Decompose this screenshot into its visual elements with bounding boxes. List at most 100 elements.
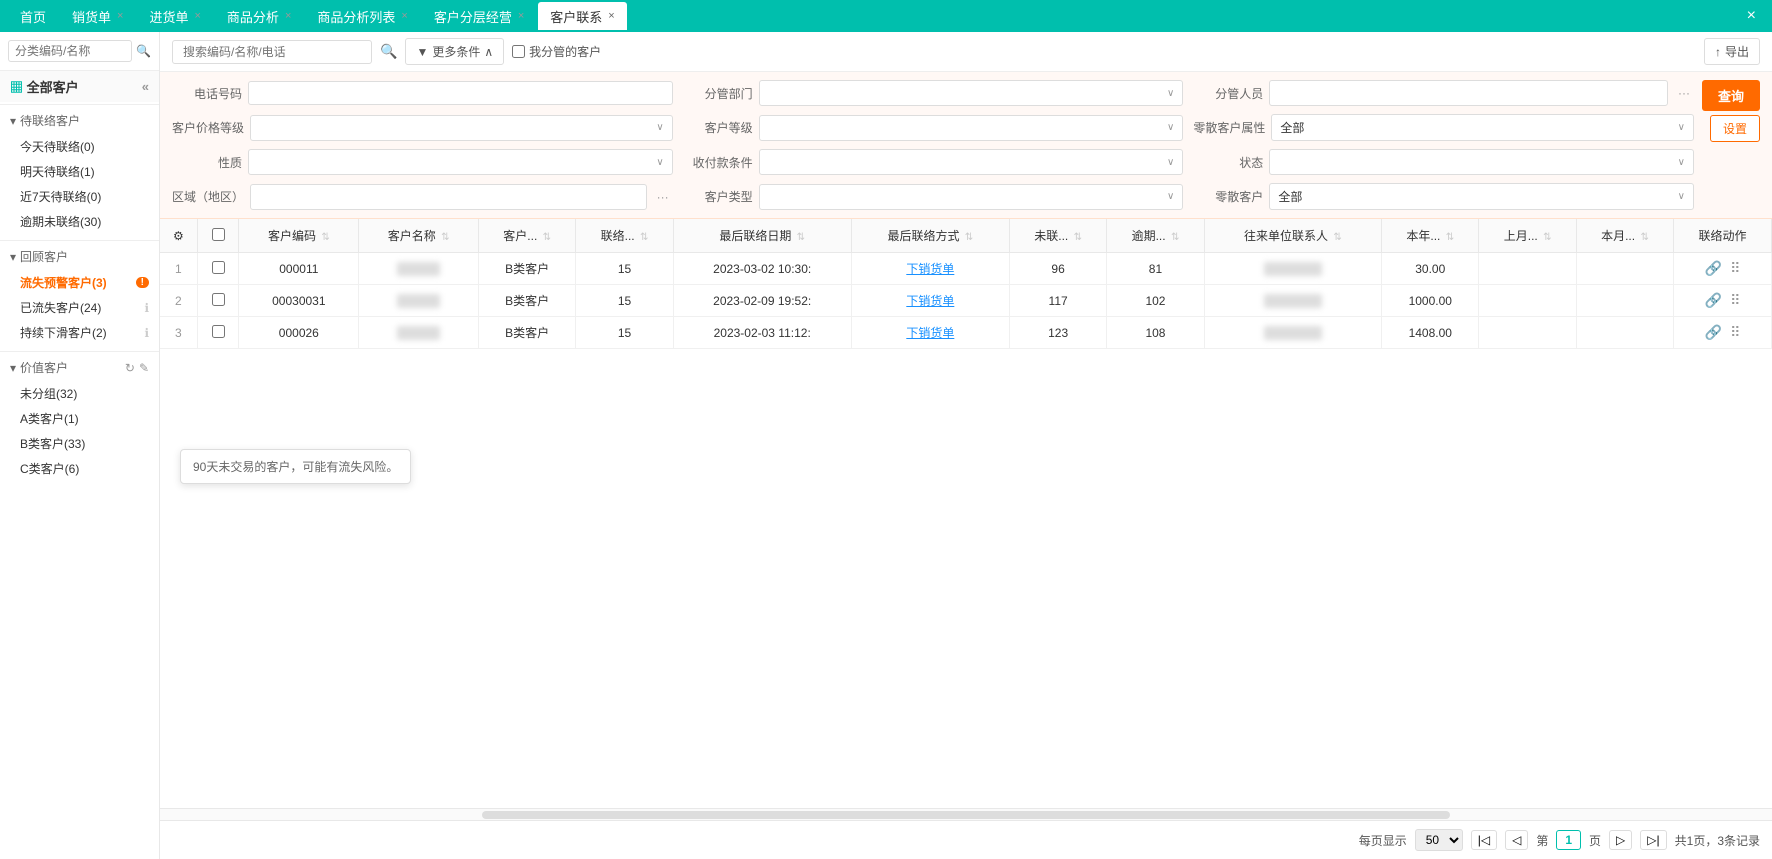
zero-attr-select[interactable]: 全部 ∨	[1271, 114, 1694, 141]
search-button[interactable]: 🔍	[380, 43, 397, 60]
sort-overdue-icon[interactable]: ⇅	[1171, 232, 1179, 243]
row1-action-link-icon[interactable]: 🔗	[1705, 260, 1722, 277]
sort-name-icon[interactable]: ⇅	[441, 232, 449, 243]
tab-customer-tier[interactable]: 客户分层经营 ×	[422, 2, 536, 30]
sort-this-month-icon[interactable]: ⇅	[1640, 232, 1648, 243]
row3-checkbox[interactable]	[212, 325, 225, 338]
scrollbar[interactable]	[160, 808, 1772, 820]
sort-last-method-icon[interactable]: ⇅	[965, 232, 973, 243]
query-button[interactable]: 查询	[1702, 80, 1760, 111]
first-page-button[interactable]: |◁	[1471, 830, 1497, 850]
sidebar-item-churned[interactable]: 已流失客户(24) ℹ	[0, 295, 159, 320]
customer-type-select[interactable]: ∨	[759, 184, 1184, 210]
region-select[interactable]	[250, 184, 647, 210]
col-level[interactable]: 客户... ⇅	[479, 219, 576, 253]
sidebar-item-today[interactable]: 今天待联络(0)	[0, 134, 159, 159]
lost-section-label[interactable]: ▾ 回顾客户	[0, 243, 159, 270]
col-overdue[interactable]: 逾期... ⇅	[1107, 219, 1204, 253]
phone-input[interactable]	[248, 81, 673, 105]
col-this-month[interactable]: 本月... ⇅	[1576, 219, 1673, 253]
pending-section-label[interactable]: ▾ 待联络客户	[0, 107, 159, 134]
my-customers-checkbox[interactable]	[512, 45, 525, 58]
sidebar-item-overdue[interactable]: 逾期未联络(30)	[0, 209, 159, 234]
row1-last-method[interactable]: 下销货单	[851, 253, 1009, 285]
region-more-icon[interactable]: ···	[653, 190, 673, 204]
sort-contact-icon[interactable]: ⇅	[640, 232, 648, 243]
tab-analysis-list[interactable]: 商品分析列表 ×	[305, 2, 419, 30]
row3-action-more-icon[interactable]: ⠿	[1730, 324, 1740, 341]
col-code[interactable]: 客户编码 ⇅	[239, 219, 359, 253]
select-all-checkbox[interactable]	[212, 228, 225, 241]
sort-code-icon[interactable]: ⇅	[321, 232, 329, 243]
tab-sales-close[interactable]: ×	[117, 10, 123, 22]
zero-customer-select[interactable]: 全部 ∨	[1269, 183, 1694, 210]
row2-last-method[interactable]: 下销货单	[851, 285, 1009, 317]
manager-select[interactable]	[1269, 80, 1668, 106]
col-uncontacted[interactable]: 未联... ⇅	[1009, 219, 1106, 253]
sort-last-date-icon[interactable]: ⇅	[797, 232, 805, 243]
prev-page-button[interactable]: ◁	[1505, 830, 1528, 850]
row3-action-link-icon[interactable]: 🔗	[1705, 324, 1722, 341]
col-this-year[interactable]: 本年... ⇅	[1382, 219, 1479, 253]
row2-checkbox[interactable]	[212, 293, 225, 306]
sidebar-item-declining[interactable]: 持续下滑客户(2) ℹ	[0, 320, 159, 345]
value-refresh-icon[interactable]: ↻	[125, 361, 135, 375]
sidebar-search-input[interactable]	[8, 40, 132, 62]
col-last-method[interactable]: 最后联络方式 ⇅	[851, 219, 1009, 253]
col-settings[interactable]: ⚙	[160, 219, 197, 253]
sort-last-month-icon[interactable]: ⇅	[1543, 232, 1551, 243]
payment-select[interactable]: ∨	[759, 149, 1184, 175]
sidebar-item-b-class[interactable]: B类客户(33)	[0, 431, 159, 456]
tab-analysis[interactable]: 商品分析 ×	[215, 2, 303, 30]
status-select[interactable]: ∨	[1269, 149, 1694, 175]
all-customers-header[interactable]: ▦ 全部客户 «	[0, 71, 159, 102]
sidebar-item-tomorrow[interactable]: 明天待联络(1)	[0, 159, 159, 184]
sidebar-item-a-class[interactable]: A类客户(1)	[0, 406, 159, 431]
filter-search-input[interactable]	[172, 40, 372, 64]
pricelevel-select[interactable]: ∨	[250, 115, 673, 141]
tab-analysis-close[interactable]: ×	[285, 10, 291, 22]
col-contact[interactable]: 联络... ⇅	[576, 219, 673, 253]
col-last-month[interactable]: 上月... ⇅	[1479, 219, 1576, 253]
my-customers-checkbox-row[interactable]: 我分管的客户	[512, 43, 601, 60]
last-page-button[interactable]: ▷|	[1640, 830, 1666, 850]
row2-action-more-icon[interactable]: ⠿	[1730, 292, 1740, 309]
value-edit-icon[interactable]: ✎	[139, 361, 149, 375]
more-conditions-button[interactable]: ▼ 更多条件 ∧	[405, 38, 504, 65]
next-page-button[interactable]: ▷	[1609, 830, 1632, 850]
sidebar-item-c-class[interactable]: C类客户(6)	[0, 456, 159, 481]
settings-button[interactable]: 设置	[1710, 115, 1760, 142]
col-last-date[interactable]: 最后联络日期 ⇅	[673, 219, 851, 253]
sort-this-year-icon[interactable]: ⇅	[1446, 232, 1454, 243]
row1-action-more-icon[interactable]: ⠿	[1730, 260, 1740, 277]
tab-analysis-list-close[interactable]: ×	[401, 10, 407, 22]
tab-purchase[interactable]: 进货单 ×	[137, 2, 212, 30]
per-page-select[interactable]: 50	[1415, 829, 1463, 851]
tab-customer-contact[interactable]: 客户联系 ×	[538, 2, 626, 30]
sidebar-collapse-icon[interactable]: «	[142, 79, 149, 94]
tab-home[interactable]: 首页	[8, 2, 58, 30]
manager-more-icon[interactable]: ···	[1674, 86, 1694, 100]
row1-checkbox[interactable]	[212, 261, 225, 274]
department-select[interactable]: ∨	[759, 80, 1184, 106]
tab-sales[interactable]: 销货单 ×	[60, 2, 135, 30]
sort-contacts-icon[interactable]: ⇅	[1333, 232, 1341, 243]
close-all-button[interactable]: ×	[1739, 3, 1764, 29]
row2-action-link-icon[interactable]: 🔗	[1705, 292, 1722, 309]
sidebar-item-churn-warning[interactable]: 流失预警客户(3) !	[0, 270, 159, 295]
value-section-label[interactable]: ▾ 价值客户 ↻ ✎	[0, 354, 159, 381]
level-select[interactable]: ∨	[759, 115, 1184, 141]
sort-uncontacted-icon[interactable]: ⇅	[1074, 232, 1082, 243]
sidebar-item-ungroup[interactable]: 未分组(32)	[0, 381, 159, 406]
tab-customer-tier-close[interactable]: ×	[518, 10, 524, 22]
tab-purchase-close[interactable]: ×	[194, 10, 200, 22]
tab-customer-contact-close[interactable]: ×	[608, 10, 614, 22]
sidebar-item-7days[interactable]: 近7天待联络(0)	[0, 184, 159, 209]
col-name[interactable]: 客户名称 ⇅	[359, 219, 479, 253]
export-button[interactable]: ↑ 导出	[1704, 38, 1760, 65]
nature-select[interactable]: ∨	[248, 149, 673, 175]
sort-level-icon[interactable]: ⇅	[543, 232, 551, 243]
col-contacts[interactable]: 往来单位联系人 ⇅	[1204, 219, 1381, 253]
sidebar-search-icon[interactable]: 🔍	[136, 44, 151, 58]
row3-last-method[interactable]: 下销货单	[851, 317, 1009, 349]
